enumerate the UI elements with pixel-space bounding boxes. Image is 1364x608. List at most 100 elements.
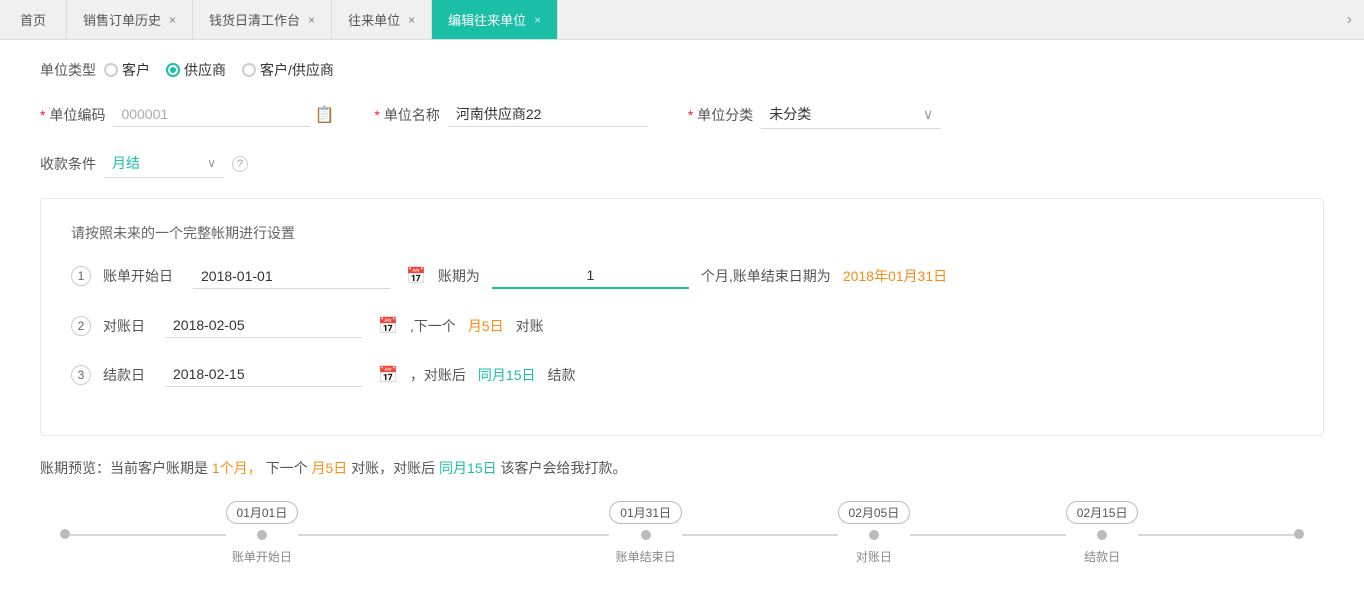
timeline-line-3 [910, 534, 1066, 536]
payment-row: 收款条件 月结 ∨ ? [40, 149, 1324, 178]
radio-supplier-circle [166, 63, 180, 77]
tab-partner-label: 往来单位 [348, 10, 400, 29]
timeline-line-2 [682, 534, 838, 536]
category-label: 单位分类 [697, 105, 753, 125]
radio-customer-label: 客户 [122, 60, 150, 80]
setting-num-1: 1 [71, 266, 91, 286]
radio-customer-circle [104, 63, 118, 77]
setting-label-1: 账单开始日 [103, 266, 173, 286]
period-label2: 个月,账单结束日期为 [701, 266, 831, 286]
radio-group: 客户 供应商 客户/供应商 [104, 60, 334, 80]
preview-highlight2: 月5日 [311, 460, 347, 476]
period-input[interactable] [492, 263, 689, 289]
preview-suffix: 该客户会给我打款。 [501, 460, 627, 476]
radio-supplier-label: 供应商 [184, 60, 226, 80]
category-value: 未分类 [769, 104, 923, 124]
tab-bar: 首页 销售订单历史 × 钱货日清工作台 × 往来单位 × 编辑往来单位 × › [0, 0, 1364, 40]
name-label: 单位名称 [384, 105, 440, 125]
preview-highlight1: 1个月， [212, 460, 262, 476]
timeline-node-3: 02月15日 结款日 [1066, 501, 1139, 565]
code-label: 单位编码 [49, 105, 105, 125]
payment-label: 收款条件 [40, 154, 96, 174]
main-content: 单位类型 客户 供应商 客户/供应商 * 单位编码 [0, 40, 1364, 608]
payment-select[interactable]: 月结 ∨ [104, 149, 224, 178]
unit-type-row: 单位类型 客户 供应商 客户/供应商 [40, 60, 1324, 80]
timeline-sub-1: 账单结束日 [616, 548, 676, 565]
preview-middle1: 下一个 [266, 460, 308, 476]
timeline-line-0 [70, 534, 226, 536]
category-arrow-icon: ∨ [923, 106, 933, 123]
tab-sales-history-close[interactable]: × [169, 13, 176, 27]
timeline-label-3: 02月15日 [1066, 501, 1139, 524]
row3-highlight: 同月15日 [478, 365, 536, 385]
timeline-start-dot [60, 529, 70, 539]
timeline-end-dot [1294, 529, 1304, 539]
timeline-dot-0 [257, 530, 267, 540]
tab-partner[interactable]: 往来单位 × [332, 0, 432, 39]
tab-home-label: 首页 [20, 10, 46, 29]
preview-highlight3: 同月15日 [439, 460, 497, 476]
tab-edit-partner-close[interactable]: × [534, 13, 541, 27]
row2-prefix: ,下一个 [410, 316, 456, 336]
date-input-3[interactable] [165, 362, 362, 387]
calendar-icon-2[interactable]: 📅 [378, 316, 398, 336]
category-group: * 单位分类 未分类 ∨ [688, 100, 941, 129]
tab-sales-history[interactable]: 销售订单历史 × [67, 0, 193, 39]
date-input-2[interactable] [165, 313, 362, 338]
tab-edit-partner[interactable]: 编辑往来单位 × [432, 0, 558, 39]
setting-row-3: 3 结款日 📅 ，对账后 同月15日 结款 [71, 362, 1293, 387]
timeline-node-2: 02月05日 对账日 [838, 501, 911, 565]
setting-num-3: 3 [71, 365, 91, 385]
settings-panel: 请按照未来的一个完整帐期进行设置 1 账单开始日 📅 账期为 个月,账单结束日期… [40, 198, 1324, 436]
payment-value: 月结 [112, 153, 199, 173]
category-star: * [688, 107, 693, 123]
category-dropdown[interactable]: 未分类 ∨ [761, 100, 941, 129]
timeline-line-1 [298, 534, 609, 536]
preview-section: 账期预览：当前客户账期是 1个月， 下一个 月5日 对账，对账后 同月15日 该… [40, 456, 1324, 481]
name-group: * 单位名称 [374, 102, 647, 127]
timeline-dot-1 [641, 530, 651, 540]
timeline-label-2: 02月05日 [838, 501, 911, 524]
preview-prefix: 账期预览：当前客户账期是 [40, 460, 208, 476]
tab-cashflow-label: 钱货日清工作台 [209, 10, 300, 29]
payment-help-icon[interactable]: ? [232, 156, 248, 172]
radio-customer[interactable]: 客户 [104, 60, 150, 80]
tab-arrow[interactable]: › [1335, 11, 1364, 29]
unit-type-label: 单位类型 [40, 60, 96, 80]
setting-num-2: 2 [71, 316, 91, 336]
row2-highlight: 月5日 [468, 316, 504, 336]
calendar-icon-1[interactable]: 📅 [406, 266, 426, 286]
code-input[interactable] [113, 102, 310, 127]
timeline-sub-0: 账单开始日 [232, 548, 292, 565]
row2-suffix: 对账 [516, 316, 544, 336]
name-star: * [374, 107, 379, 123]
timeline-node-0: 01月01日 账单开始日 [226, 501, 299, 565]
payment-select-arrow-icon: ∨ [207, 156, 216, 170]
radio-supplier[interactable]: 供应商 [166, 60, 226, 80]
tab-cashflow-close[interactable]: × [308, 13, 315, 27]
tab-partner-close[interactable]: × [408, 13, 415, 27]
panel-hint: 请按照未来的一个完整帐期进行设置 [71, 223, 1293, 243]
timeline-label-0: 01月01日 [226, 501, 299, 524]
row3-prefix: ，对账后 [410, 365, 466, 385]
name-input[interactable] [448, 102, 648, 127]
period-label1: 账期为 [438, 266, 480, 286]
unit-type-group: 单位类型 客户 供应商 客户/供应商 [40, 60, 334, 80]
timeline-dot-3 [1097, 530, 1107, 540]
date-input-1[interactable] [193, 264, 390, 289]
tab-cashflow[interactable]: 钱货日清工作台 × [193, 0, 332, 39]
preview-middle2: 对账，对账后 [351, 460, 435, 476]
timeline: 01月01日 账单开始日 01月31日 账单结束日 02月05日 对账日 02月… [40, 501, 1324, 565]
timeline-sub-3: 结款日 [1084, 548, 1120, 565]
tab-home[interactable]: 首页 [0, 0, 67, 39]
radio-both-label: 客户/供应商 [260, 60, 334, 80]
setting-label-3: 结款日 [103, 365, 145, 385]
payment-group: 收款条件 月结 ∨ ? [40, 149, 248, 178]
code-copy-icon[interactable]: 📋 [314, 105, 334, 125]
code-star: * [40, 107, 45, 123]
tab-edit-partner-label: 编辑往来单位 [448, 10, 526, 29]
radio-both[interactable]: 客户/供应商 [242, 60, 334, 80]
timeline-sub-2: 对账日 [856, 548, 892, 565]
calendar-icon-3[interactable]: 📅 [378, 365, 398, 385]
setting-row-1: 1 账单开始日 📅 账期为 个月,账单结束日期为 2018年01月31日 [71, 263, 1293, 289]
